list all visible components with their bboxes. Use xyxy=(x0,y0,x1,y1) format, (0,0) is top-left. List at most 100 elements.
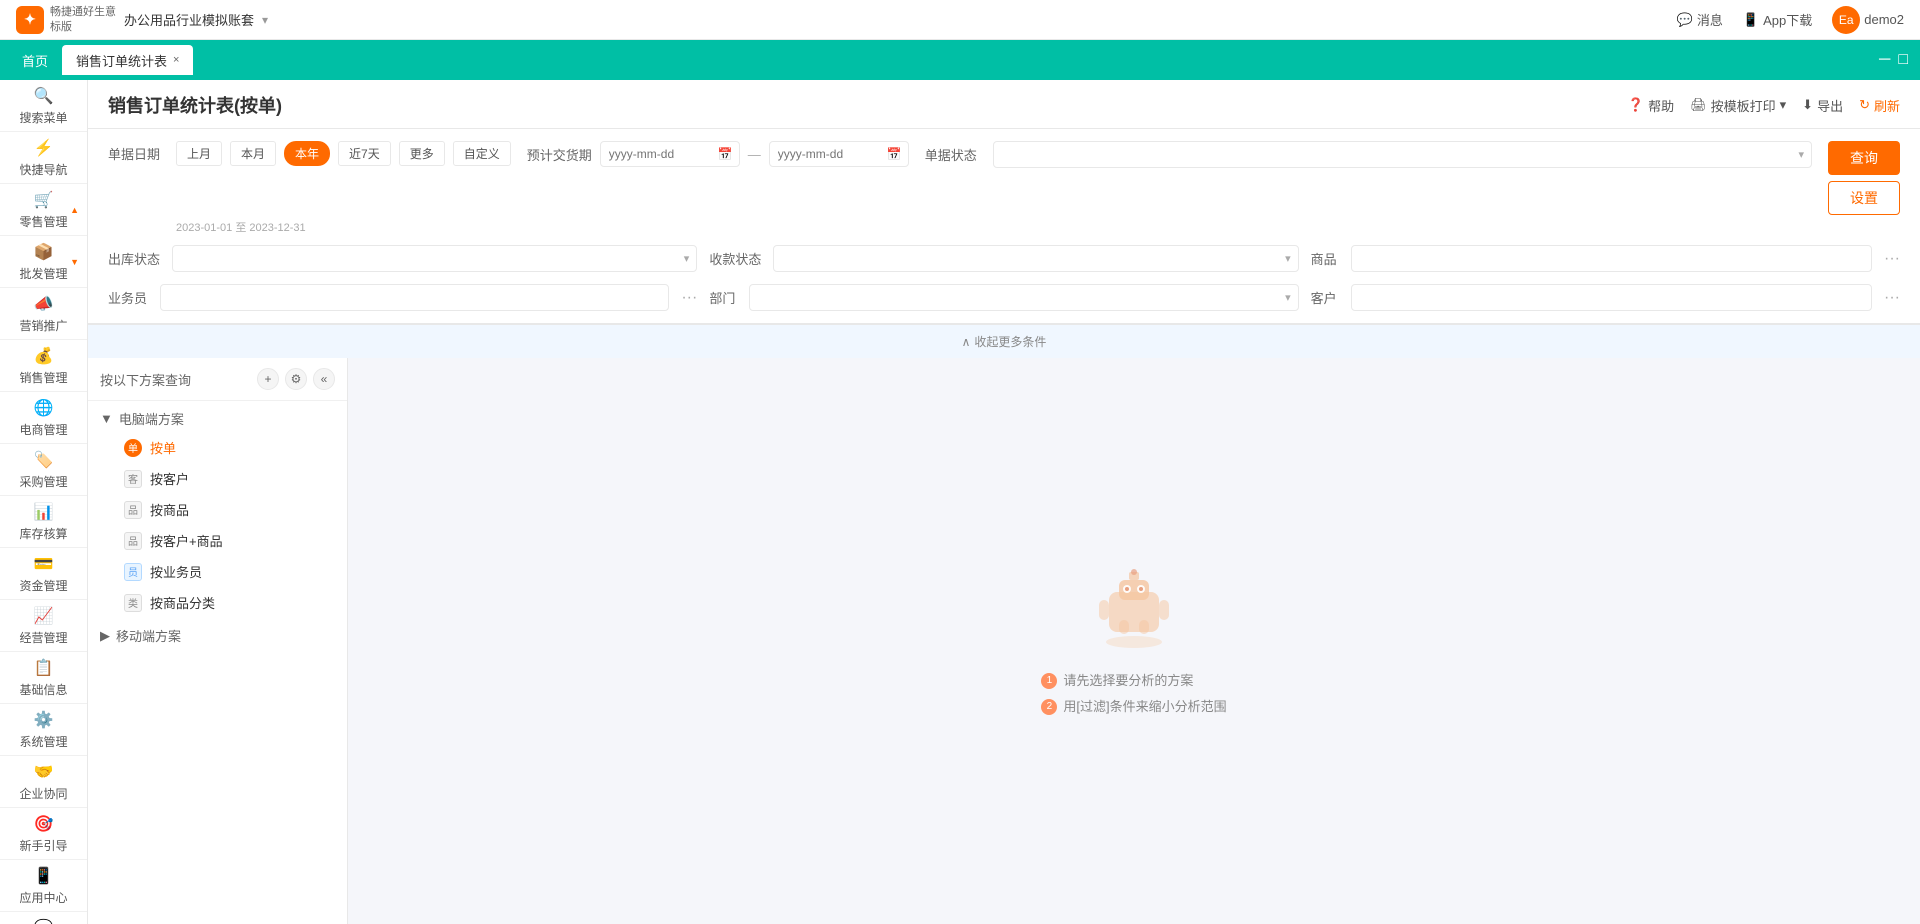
page-title: 销售订单统计表(按单) xyxy=(108,92,282,118)
customer-dots-btn[interactable]: ··· xyxy=(1884,289,1900,307)
logo-icon: ✦ xyxy=(16,6,44,34)
page-header-actions: ❓ 帮助 🖨 按模板打印 ▾ ⬇ 导出 ↻ 刷新 xyxy=(1628,96,1900,115)
sidebar-item-corpwechat[interactable]: 💬 企业微信 xyxy=(0,912,87,924)
section-pc: ▼ 电脑端方案 xyxy=(88,401,347,432)
app-download-btn[interactable]: 📱 App下载 xyxy=(1743,10,1812,29)
message-btn[interactable]: 💬 消息 xyxy=(1677,10,1723,29)
by-order-icon: 单 xyxy=(124,439,142,457)
add-scheme-btn[interactable]: + xyxy=(257,368,279,390)
sidebar-item-purchase[interactable]: 🏷️ 采购管理 xyxy=(0,444,87,496)
settings-scheme-btn[interactable]: ⚙ xyxy=(285,368,307,390)
newbie-icon: 🎯 xyxy=(34,814,54,834)
tab-home[interactable]: 首页 xyxy=(8,45,62,75)
dept-label: 部门 xyxy=(709,288,741,307)
section-pc-expand[interactable]: ▼ xyxy=(100,411,113,426)
sidebar-item-operations[interactable]: 📈 经营管理 xyxy=(0,600,87,652)
empty-illustration xyxy=(1089,562,1179,652)
date-curr-year-btn[interactable]: 本年 xyxy=(284,141,330,166)
section-mobile: ▶ 移动端方案 xyxy=(88,618,347,649)
sidebar-item-retail[interactable]: 🛒 零售管理 xyxy=(0,184,87,236)
status-select[interactable] xyxy=(993,141,1812,168)
by-salesman-icon: 员 xyxy=(124,563,142,581)
section-mobile-expand[interactable]: ▶ xyxy=(100,628,110,644)
sidebar-item-search[interactable]: 🔍 搜索菜单 xyxy=(0,80,87,132)
message-icon: 💬 xyxy=(1677,12,1693,28)
left-panel-header: 按以下方案查询 + ⚙ « xyxy=(88,358,347,401)
sidebar-item-finance[interactable]: 💳 资金管理 xyxy=(0,548,87,600)
by-category-icon: 类 xyxy=(124,594,142,612)
system-icon: ⚙️ xyxy=(34,710,54,730)
corpwechat-icon: 💬 xyxy=(34,918,54,924)
dept-select[interactable] xyxy=(749,284,1298,311)
sidebar-item-wholesale[interactable]: 📦 批发管理 xyxy=(0,236,87,288)
refresh-btn[interactable]: ↻ 刷新 xyxy=(1859,96,1900,115)
expected-date-to[interactable] xyxy=(769,141,909,167)
by-product-icon: 品 xyxy=(124,501,142,519)
tip-num-1: 1 xyxy=(1041,673,1057,689)
tab-minimize-btn[interactable]: ─ xyxy=(1879,51,1890,69)
tab-actions: ─ □ xyxy=(1879,51,1920,69)
tree-item-by-customer[interactable]: 客 按客户 xyxy=(108,463,347,494)
sidebar-item-enterprise[interactable]: 🤝 企业协同 xyxy=(0,756,87,808)
settings-btn[interactable]: 设置 xyxy=(1828,181,1900,215)
tab-bar: 首页 销售订单统计表 × ─ □ xyxy=(0,40,1920,80)
salesman-dots-btn[interactable]: ··· xyxy=(681,289,697,307)
right-content: 1 请先选择要分析的方案 2 用[过滤]条件来缩小分析范围 xyxy=(348,358,1920,924)
top-filters: 单据日期 上月 本月 本年 近7天 更多 自定义 预计交货期 📅 — xyxy=(88,129,1920,324)
sidebar-item-system[interactable]: ⚙️ 系统管理 xyxy=(0,704,87,756)
date-curr-btn[interactable]: 本月 xyxy=(230,141,276,166)
tab-active[interactable]: 销售订单统计表 × xyxy=(62,45,193,75)
recv-status-select[interactable] xyxy=(773,245,1298,272)
collapse-panel-btn[interactable]: « xyxy=(313,368,335,390)
collapse-bar[interactable]: ∧ 收起更多条件 xyxy=(88,324,1920,358)
date-more-btn[interactable]: 更多 xyxy=(399,141,445,166)
tree-item-by-order[interactable]: 单 按单 xyxy=(108,432,347,463)
header-left: ✦ 畅捷通好生意 标版 办公用品行业模拟账套 ▾ xyxy=(16,5,268,34)
left-panel-title: 按以下方案查询 xyxy=(100,370,191,389)
phone-icon: 📱 xyxy=(1743,12,1759,28)
print-btn[interactable]: 🖨 按模板打印 ▾ xyxy=(1690,96,1786,115)
tab-close-icon[interactable]: × xyxy=(173,54,179,66)
goods-dots-btn[interactable]: ··· xyxy=(1884,250,1900,268)
salesman-input[interactable] xyxy=(160,284,669,311)
user-area[interactable]: Ea demo2 xyxy=(1832,6,1904,34)
date-prev-btn[interactable]: 上月 xyxy=(176,141,222,166)
help-btn[interactable]: ❓ 帮助 xyxy=(1628,96,1674,115)
empty-state: 1 请先选择要分析的方案 2 用[过滤]条件来缩小分析范围 xyxy=(348,358,1920,924)
date-recent-btn[interactable]: 近7天 xyxy=(338,141,391,166)
logo-area: ✦ 畅捷通好生意 标版 xyxy=(16,5,116,34)
header-dropdown-icon[interactable]: ▾ xyxy=(262,13,268,27)
goods-input[interactable] xyxy=(1351,245,1872,272)
empty-tips: 1 请先选择要分析的方案 2 用[过滤]条件来缩小分析范围 xyxy=(1041,668,1226,720)
recv-status-label: 收款状态 xyxy=(709,249,765,268)
sidebar-item-newbie[interactable]: 🎯 新手引导 xyxy=(0,808,87,860)
tab-maximize-btn[interactable]: □ xyxy=(1898,51,1908,69)
salesman-label: 业务员 xyxy=(108,288,152,307)
tree-item-by-salesman[interactable]: 员 按业务员 xyxy=(108,556,347,587)
export-btn[interactable]: ⬇ 导出 xyxy=(1802,96,1843,115)
expected-date-from[interactable] xyxy=(600,141,740,167)
tree-item-by-product[interactable]: 品 按商品 xyxy=(108,494,347,525)
date-custom-btn[interactable]: 自定义 xyxy=(453,141,511,166)
out-status-select[interactable] xyxy=(172,245,697,272)
query-btn[interactable]: 查询 xyxy=(1828,141,1900,175)
sidebar-item-quick-nav[interactable]: ⚡ 快捷导航 xyxy=(0,132,87,184)
sidebar-item-sales[interactable]: 💰 销售管理 xyxy=(0,340,87,392)
print-dropdown-icon[interactable]: ▾ xyxy=(1780,97,1787,113)
sidebar-item-marketing[interactable]: 📣 营销推广 xyxy=(0,288,87,340)
tree-item-by-customer-product[interactable]: 品 按客户+商品 xyxy=(108,525,347,556)
sidebar-item-ecom[interactable]: 🌐 电商管理 xyxy=(0,392,87,444)
tree-item-by-category[interactable]: 类 按商品分类 xyxy=(108,587,347,618)
left-panel-icons: + ⚙ « xyxy=(257,368,335,390)
sidebar-item-appcenter[interactable]: 📱 应用中心 xyxy=(0,860,87,912)
content-area: 销售订单统计表(按单) ❓ 帮助 🖨 按模板打印 ▾ ⬇ 导出 ↻ 刷新 xyxy=(88,80,1920,924)
quick-nav-icon: ⚡ xyxy=(34,138,54,158)
print-icon: 🖨 xyxy=(1690,97,1707,113)
sidebar-item-inventory[interactable]: 📊 库存核算 xyxy=(0,496,87,548)
collapse-arrow-icon: ∧ xyxy=(962,335,971,349)
export-icon: ⬇ xyxy=(1802,97,1813,113)
empty-tip-2: 2 用[过滤]条件来缩小分析范围 xyxy=(1041,694,1226,720)
refresh-icon: ↻ xyxy=(1859,97,1870,113)
sidebar-item-basic[interactable]: 📋 基础信息 xyxy=(0,652,87,704)
customer-input[interactable] xyxy=(1351,284,1872,311)
